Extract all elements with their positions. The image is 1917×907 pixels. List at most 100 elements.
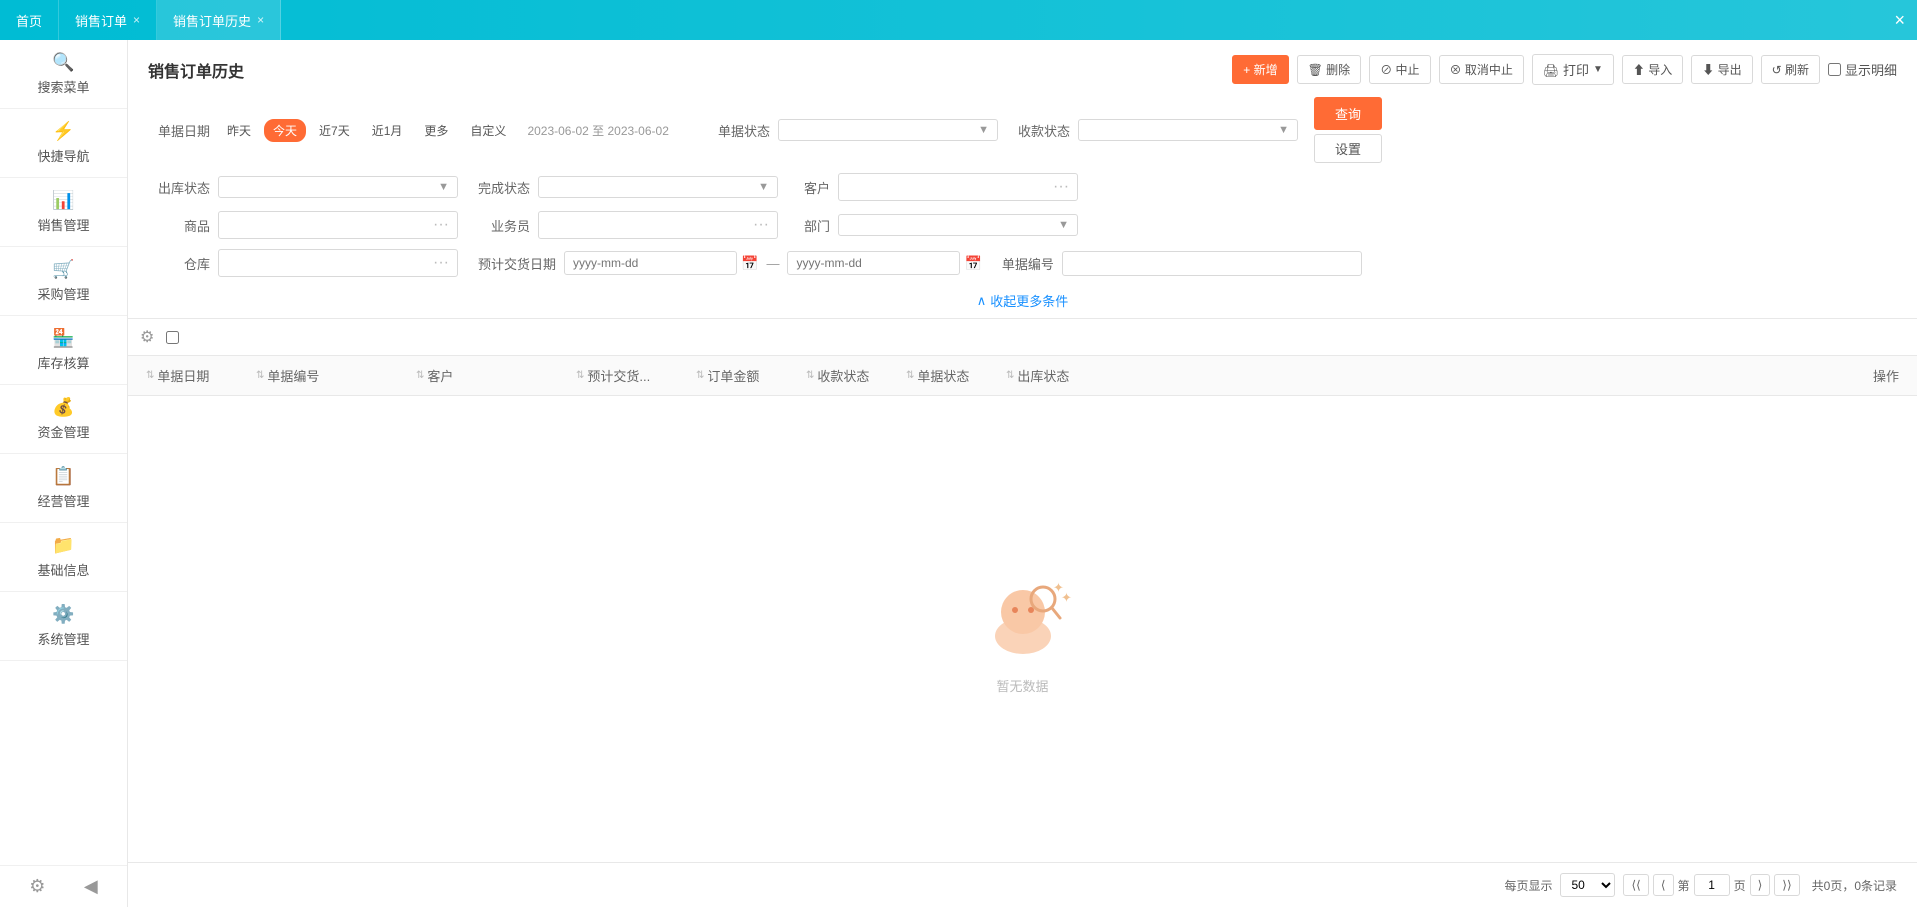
sidebar-item-purchase[interactable]: 🛒 采购管理 [0, 247, 127, 316]
collapse-arrow-icon: ∧ [977, 293, 987, 309]
tab-sales-order-history-close[interactable]: × [257, 13, 264, 27]
th-warehouse[interactable]: ⇅ 出库状态 [1000, 358, 1100, 393]
th-amount-label: 订单金额 [707, 366, 759, 385]
warehouse-out-label: 出库状态 [148, 178, 218, 197]
date-tab-yesterday[interactable]: 昨天 [218, 119, 260, 142]
th-num[interactable]: ⇅ 单据编号 [250, 358, 410, 393]
goods-label: 商品 [148, 216, 218, 235]
total-text: 共0页，0条记录 [1812, 877, 1897, 894]
delete-button[interactable]: 🗑 删除 [1297, 55, 1362, 84]
sidebar-item-finance-label: 资金管理 [37, 422, 89, 441]
refresh-button[interactable]: ↺ 刷新 [1761, 55, 1820, 84]
goods-dots-icon[interactable]: ··· [433, 216, 449, 234]
order-no-input[interactable] [1071, 257, 1353, 271]
delivery-date-wrap: 📅 — 📅 [564, 251, 982, 275]
sidebar-item-sales-label: 销售管理 [37, 215, 89, 234]
warehouse-out-select[interactable]: ▼ [218, 176, 458, 198]
th-delivery[interactable]: ⇅ 预计交货... [570, 358, 690, 393]
content: 销售订单历史 + 新增 🗑 删除 ⊘ 中止 ⊗ 取消中止 🖨 打印 ▼ ⬆ 导入… [128, 40, 1917, 907]
date-tab-today[interactable]: 今天 [264, 119, 306, 142]
print-label: 🖨 打印 [1543, 60, 1589, 79]
stop-button[interactable]: ⊘ 中止 [1369, 55, 1430, 84]
calendar-start-icon[interactable]: 📅 [741, 255, 758, 272]
th-customer-label: 客户 [427, 366, 453, 385]
sidebar-item-search[interactable]: 🔍 搜索菜单 [0, 40, 127, 109]
display-checkbox[interactable] [1828, 63, 1841, 76]
department-select[interactable]: ▼ [838, 214, 1078, 236]
print-button[interactable]: 🖨 打印 ▼ [1532, 54, 1614, 85]
customer-dots-icon[interactable]: ··· [1053, 178, 1069, 196]
cancel-stop-button[interactable]: ⊗ 取消中止 [1439, 55, 1524, 84]
search-icon: 🔍 [52, 52, 74, 73]
th-payment-label: 收款状态 [817, 366, 869, 385]
delivery-date-start[interactable] [564, 251, 737, 275]
page-title-row: 销售订单历史 + 新增 🗑 删除 ⊘ 中止 ⊗ 取消中止 🖨 打印 ▼ ⬆ 导入… [148, 54, 1897, 85]
calendar-end-icon[interactable]: 📅 [964, 255, 981, 272]
date-tab-7days[interactable]: 近7天 [310, 119, 359, 142]
salesperson-label: 业务员 [478, 216, 538, 235]
date-tab-custom[interactable]: 自定义 [461, 119, 515, 142]
sidebar-item-system[interactable]: ⚙️ 系统管理 [0, 592, 127, 661]
tab-sales-order-close[interactable]: × [133, 13, 140, 27]
collapse-row[interactable]: ∧ 收起更多条件 [148, 287, 1897, 318]
warehouse-dots-icon[interactable]: ··· [433, 254, 449, 272]
import-button[interactable]: ⬆ 导入 [1622, 55, 1683, 84]
sidebar-item-operations[interactable]: 📋 经营管理 [0, 454, 127, 523]
table-toolbar: ⚙ [128, 319, 1917, 356]
table-footer: 每页显示 50 10 20 100 ⟨⟨ ⟨ 第 页 ⟩ ⟩⟩ [128, 862, 1917, 907]
close-icon[interactable]: × [1894, 10, 1905, 31]
th-amount[interactable]: ⇅ 订单金额 [690, 358, 800, 393]
page-input[interactable] [1694, 874, 1730, 896]
date-tabs: 昨天 今天 近7天 近1月 更多 自定义 [218, 119, 515, 142]
date-label: 单据日期 [148, 121, 218, 140]
page-prev-btn[interactable]: ⟨ [1653, 874, 1674, 896]
setting-button[interactable]: 设置 [1314, 134, 1382, 163]
sidebar-item-shortcut[interactable]: ⚡ 快捷导航 [0, 109, 127, 178]
th-customer[interactable]: ⇅ 客户 [410, 358, 570, 393]
main-layout: 🔍 搜索菜单 ⚡ 快捷导航 📊 销售管理 🛒 采购管理 🏪 库存核算 💰 资金管… [0, 40, 1917, 907]
collapse-label: 收起更多条件 [990, 291, 1068, 310]
sort-icon-2: ⇅ [256, 370, 264, 381]
tab-home[interactable]: 首页 [0, 0, 59, 40]
empty-state: ✦ ✦ 暂无数据 [963, 564, 1083, 695]
sidebar-item-sales[interactable]: 📊 销售管理 [0, 178, 127, 247]
sidebar-item-basic-info[interactable]: 📁 基础信息 [0, 523, 127, 592]
sort-icon-3: ⇅ [416, 370, 424, 381]
sidebar-item-system-label: 系统管理 [37, 629, 89, 648]
table-settings-icon[interactable]: ⚙ [140, 327, 154, 347]
collapse-sidebar-icon[interactable]: ◀ [84, 876, 98, 897]
page-next-btn[interactable]: ⟩ [1750, 874, 1771, 896]
table-area: ⚙ ⇅ 单据日期 ⇅ 单据编号 ⇅ 客户 [128, 319, 1917, 907]
salesperson-dots-icon[interactable]: ··· [753, 216, 769, 234]
page-first-btn[interactable]: ⟨⟨ [1623, 874, 1648, 896]
complete-label: 完成状态 [478, 178, 538, 197]
th-num-label: 单据编号 [267, 366, 319, 385]
per-page-select[interactable]: 50 10 20 100 [1560, 873, 1615, 897]
th-date[interactable]: ⇅ 单据日期 [140, 358, 250, 393]
tab-sales-order-history[interactable]: 销售订单历史 × [157, 0, 281, 40]
top-bar-right: × [1882, 10, 1917, 31]
page-last-btn[interactable]: ⟩⟩ [1774, 874, 1799, 896]
sidebar-item-finance[interactable]: 💰 资金管理 [0, 385, 127, 454]
payment-select[interactable]: ▼ [1078, 119, 1298, 141]
display-label: 显示明细 [1845, 60, 1897, 79]
query-button[interactable]: 查询 [1314, 97, 1382, 130]
select-all-checkbox[interactable] [166, 331, 179, 344]
complete-select[interactable]: ▼ [538, 176, 778, 198]
tab-sales-order[interactable]: 销售订单 × [59, 0, 157, 40]
sort-icon-7: ⇅ [906, 370, 914, 381]
th-status[interactable]: ⇅ 单据状态 [900, 358, 1000, 393]
date-tab-more[interactable]: 更多 [415, 119, 457, 142]
delivery-date-end[interactable] [787, 251, 960, 275]
display-toggle[interactable]: 显示明细 [1828, 60, 1897, 79]
settings-bottom-icon[interactable]: ⚙ [29, 876, 45, 897]
new-button[interactable]: + 新增 [1232, 55, 1288, 84]
date-tab-1month[interactable]: 近1月 [363, 119, 412, 142]
page-header: 销售订单历史 + 新增 🗑 删除 ⊘ 中止 ⊗ 取消中止 🖨 打印 ▼ ⬆ 导入… [128, 40, 1917, 319]
th-payment[interactable]: ⇅ 收款状态 [800, 358, 900, 393]
per-page-label: 每页显示 [1504, 877, 1552, 894]
export-button[interactable]: ⬇ 导出 [1691, 55, 1752, 84]
sidebar-item-inventory[interactable]: 🏪 库存核算 [0, 316, 127, 385]
status-select[interactable]: ▼ [778, 119, 998, 141]
operations-icon: 📋 [52, 466, 74, 487]
